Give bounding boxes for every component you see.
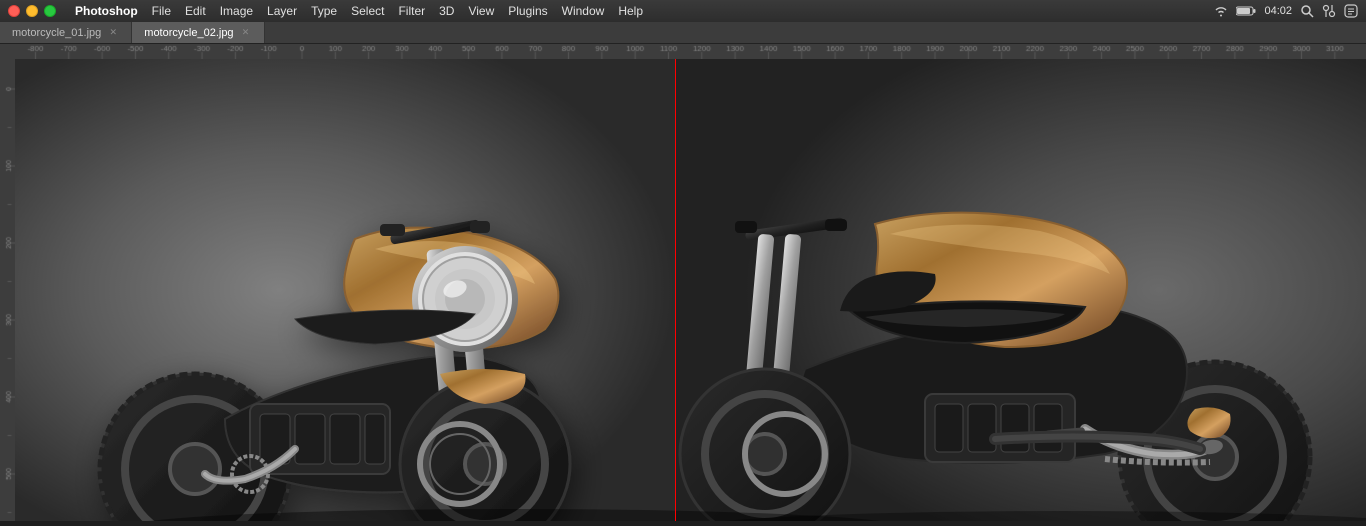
menu-item-view[interactable]: View — [461, 0, 501, 22]
tab-1-label: motorcycle_01.jpg — [12, 27, 101, 39]
menu-item-plugins[interactable]: Plugins — [501, 0, 554, 22]
menu-item-image[interactable]: Image — [213, 0, 260, 22]
menu-item-layer[interactable]: Layer — [260, 0, 304, 22]
control-center-icon[interactable] — [1322, 4, 1336, 18]
menu-item-window[interactable]: Window — [555, 0, 612, 22]
system-time: 04:02 — [1264, 5, 1292, 17]
canvas-wrapper — [0, 59, 1366, 521]
tab-1-close[interactable]: ✕ — [107, 27, 119, 39]
horizontal-ruler-canvas — [0, 44, 1366, 59]
maximize-button[interactable] — [44, 5, 56, 17]
menu-item-3d[interactable]: 3D — [432, 0, 461, 22]
canvas-area[interactable] — [15, 59, 1366, 521]
close-button[interactable] — [8, 5, 20, 17]
titlebar-right: 04:02 — [1214, 4, 1358, 18]
menu-item-edit[interactable]: Edit — [178, 0, 213, 22]
traffic-lights — [8, 5, 56, 17]
tab-2-label: motorcycle_02.jpg — [144, 27, 233, 39]
motorcycle-image — [15, 59, 1366, 521]
battery-icon — [1236, 4, 1256, 18]
menu-item-type[interactable]: Type — [304, 0, 344, 22]
menu-bar: Photoshop File Edit Image Layer Type Sel… — [68, 0, 1214, 22]
menu-item-help[interactable]: Help — [611, 0, 650, 22]
menu-item-filter[interactable]: Filter — [391, 0, 432, 22]
tab-bar: motorcycle_01.jpg ✕ motorcycle_02.jpg ✕ — [0, 22, 1366, 44]
titlebar: Photoshop File Edit Image Layer Type Sel… — [0, 0, 1366, 22]
menu-item-file[interactable]: File — [145, 0, 178, 22]
notification-icon[interactable] — [1344, 4, 1358, 18]
menu-item-photoshop[interactable]: Photoshop — [68, 0, 145, 22]
tab-1[interactable]: motorcycle_01.jpg ✕ — [0, 22, 132, 43]
wifi-icon — [1214, 4, 1228, 18]
guide-line — [675, 59, 676, 521]
menu-item-select[interactable]: Select — [344, 0, 391, 22]
minimize-button[interactable] — [26, 5, 38, 17]
vertical-ruler — [0, 59, 15, 521]
vertical-ruler-canvas — [0, 59, 15, 521]
horizontal-ruler — [0, 44, 1366, 59]
tab-2[interactable]: motorcycle_02.jpg ✕ — [132, 22, 264, 43]
tab-2-close[interactable]: ✕ — [240, 27, 252, 39]
search-icon[interactable] — [1300, 4, 1314, 18]
